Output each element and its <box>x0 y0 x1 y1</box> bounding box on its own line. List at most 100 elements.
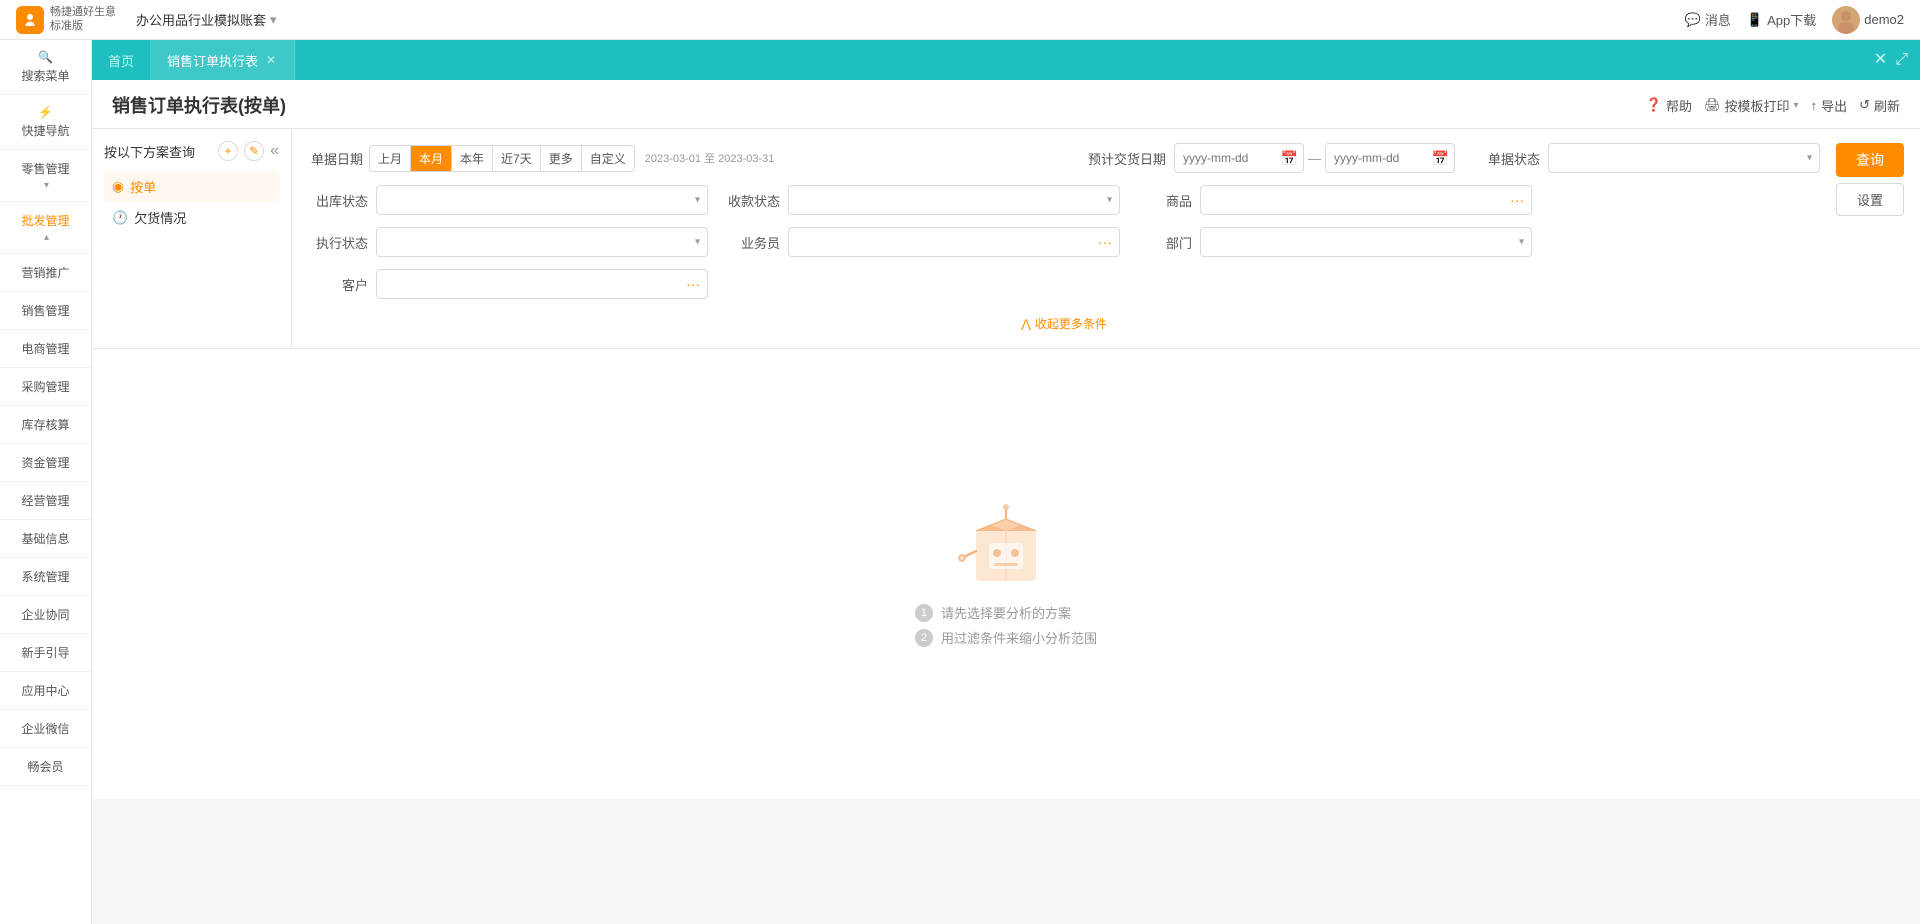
add-scheme-button[interactable]: + <box>218 141 238 161</box>
salesperson-input[interactable] <box>788 227 1120 257</box>
sidebar-item-ecommerce[interactable]: 电商管理 <box>0 330 91 368</box>
date-end-wrap: 📅 <box>1325 143 1455 173</box>
customer-input[interactable] <box>376 269 708 299</box>
sidebar-item-operations[interactable]: 经营管理 <box>0 482 91 520</box>
date-tab-last-month[interactable]: 上月 <box>370 146 411 171</box>
collapse-scheme-button[interactable]: « <box>270 142 279 160</box>
filter-main: 单据日期 上月 本月 本年 近7天 更多 自定义 2023-03-01 至 20… <box>292 129 1920 348</box>
edit-scheme-button[interactable]: ✎ <box>244 141 264 161</box>
sidebar-item-retail[interactable]: 零售管理 ▾ <box>0 150 91 202</box>
out-status-filter: 出库状态 ▾ <box>308 185 708 215</box>
receive-status-select[interactable] <box>788 185 1120 215</box>
sidebar-item-app-center[interactable]: 应用中心 <box>0 672 91 710</box>
refresh-button[interactable]: ↺ 刷新 <box>1859 96 1900 115</box>
filter-row-2: 出库状态 ▾ 收款状态 <box>308 185 1820 215</box>
chevron-up-icon: ▴ <box>44 232 49 243</box>
sidebar-item-search[interactable]: 🔍 搜索菜单 <box>0 40 91 95</box>
date-tabs: 上月 本月 本年 近7天 更多 自定义 <box>369 145 635 172</box>
dept-filter: 部门 ▾ <box>1132 227 1532 257</box>
dept-select[interactable] <box>1200 227 1532 257</box>
sidebar-item-sales[interactable]: 销售管理 <box>0 292 91 330</box>
filter-area: 按以下方案查询 + ✎ « ◉ 按单 <box>92 129 1920 349</box>
search-icon: 🔍 <box>38 50 53 64</box>
export-button[interactable]: ↑ 导出 <box>1811 96 1848 115</box>
scheme-header: 按以下方案查询 + ✎ « <box>104 141 279 161</box>
query-button[interactable]: 查询 <box>1836 143 1904 177</box>
empty-icon <box>956 501 1056 591</box>
receive-status-filter: 收款状态 ▾ <box>720 185 1120 215</box>
tab-close-icon[interactable]: ✕ <box>264 51 278 69</box>
page-actions: ❓ 帮助 🖨 按模板打印 ▾ ↑ 导出 ↺ <box>1646 96 1900 115</box>
tab-sales-order-exec[interactable]: 销售订单执行表 ✕ <box>151 40 295 80</box>
date-tab-this-month[interactable]: 本月 <box>411 146 452 171</box>
order-status-filter: 单据状态 ▾ <box>1480 143 1820 173</box>
sidebar-item-enterprise[interactable]: 企业协同 <box>0 596 91 634</box>
clock-icon: 🕐 <box>112 210 128 226</box>
date-tab-custom[interactable]: 自定义 <box>582 146 634 171</box>
date-filter: 单据日期 上月 本月 本年 近7天 更多 自定义 2023-03-01 至 20… <box>308 145 1076 172</box>
salesperson-more-icon[interactable]: ··· <box>1098 234 1112 250</box>
out-status-select[interactable] <box>376 185 708 215</box>
sidebar-item-wholesale[interactable]: 批发管理 ▴ <box>0 202 91 254</box>
sidebar-item-basic-info[interactable]: 基础信息 <box>0 520 91 558</box>
sidebar: 🔍 搜索菜单 ⚡ 快捷导航 零售管理 ▾ 批发管理 ▴ 营销推广 销售管理 电商… <box>0 40 92 924</box>
header-right: 💬 消息 📱 App下载 demo2 <box>1685 6 1904 34</box>
scheme-header-icons: + ✎ « <box>218 141 279 161</box>
filter-panel: 单据日期 上月 本月 本年 近7天 更多 自定义 2023-03-01 至 20… <box>292 129 1836 348</box>
customer-more-icon[interactable]: ··· <box>686 276 700 292</box>
message-button[interactable]: 💬 消息 <box>1685 10 1731 29</box>
scheme-item-欠货情况[interactable]: 🕐 欠货情况 <box>104 202 279 233</box>
out-status-control: ▾ <box>376 185 708 215</box>
sidebar-item-quick-nav[interactable]: ⚡ 快捷导航 <box>0 95 91 150</box>
tab-home[interactable]: 首页 <box>92 40 151 80</box>
page-content: 销售订单执行表(按单) ❓ 帮助 🖨 按模板打印 ▾ ↑ <box>92 80 1920 924</box>
logo-icon <box>16 6 44 34</box>
template-print-button[interactable]: 🖨 按模板打印 ▾ <box>1704 96 1799 115</box>
sidebar-item-finance[interactable]: 资金管理 <box>0 444 91 482</box>
sidebar-item-purchase[interactable]: 采购管理 <box>0 368 91 406</box>
date-end-input[interactable] <box>1325 143 1455 173</box>
user-avatar[interactable]: demo2 <box>1832 6 1904 34</box>
product-filter: 商品 ··· <box>1132 185 1532 215</box>
settings-button[interactable]: 设置 <box>1836 183 1904 216</box>
logo-text: 畅捷通好生意 标准版 <box>50 6 116 32</box>
collapse-more-button[interactable]: ⋀ 收起更多条件 <box>308 311 1820 340</box>
refresh-icon: ↺ <box>1859 97 1870 113</box>
scheme-item-按单[interactable]: ◉ 按单 <box>104 171 279 202</box>
help-icon: ❓ <box>1646 97 1662 113</box>
receive-status-control: ▾ <box>788 185 1120 215</box>
radio-active-icon: ◉ <box>112 178 124 195</box>
sidebar-item-member[interactable]: 畅会员 <box>0 748 91 786</box>
help-button[interactable]: ❓ 帮助 <box>1646 96 1692 115</box>
exec-status-select[interactable] <box>376 227 708 257</box>
salesperson-filter: 业务员 ··· <box>720 227 1120 257</box>
empty-tips: 1 请先选择要分析的方案 2 用过滤条件来缩小分析范围 <box>915 603 1097 647</box>
export-icon: ↑ <box>1811 98 1818 113</box>
breadcrumb: 办公用品行业模拟账套 ▾ <box>136 10 277 29</box>
filter-row-4: 客户 ··· <box>308 269 1820 299</box>
date-tab-this-year[interactable]: 本年 <box>452 146 493 171</box>
product-more-icon[interactable]: ··· <box>1510 192 1524 208</box>
filter-row-1: 单据日期 上月 本月 本年 近7天 更多 自定义 2023-03-01 至 20… <box>308 143 1820 173</box>
order-status-select[interactable] <box>1548 143 1820 173</box>
tab-close-window-icon[interactable]: ✕ <box>1874 52 1887 68</box>
sidebar-item-marketing[interactable]: 营销推广 <box>0 254 91 292</box>
content-body: 1 请先选择要分析的方案 2 用过滤条件来缩小分析范围 <box>92 349 1920 799</box>
product-input[interactable] <box>1200 185 1532 215</box>
date-tab-7days[interactable]: 近7天 <box>493 146 541 171</box>
sidebar-item-wechat[interactable]: 企业微信 <box>0 710 91 748</box>
customer-filter: 客户 ··· <box>308 269 708 299</box>
print-icon: 🖨 <box>1704 97 1721 113</box>
sidebar-item-inventory[interactable]: 库存核算 <box>0 406 91 444</box>
product-control: ··· <box>1200 185 1532 215</box>
sidebar-item-system[interactable]: 系统管理 <box>0 558 91 596</box>
app-download-button[interactable]: 📱 App下载 <box>1747 10 1816 29</box>
breadcrumb-arrow-icon[interactable]: ▾ <box>270 12 277 28</box>
collapse-icon: ⋀ <box>1021 317 1031 331</box>
tab-expand-icon[interactable]: ⤢ <box>1895 52 1908 68</box>
empty-tip-1: 1 请先选择要分析的方案 <box>915 603 1097 622</box>
sidebar-item-guide[interactable]: 新手引导 <box>0 634 91 672</box>
date-start-input[interactable] <box>1174 143 1304 173</box>
expected-date-filter: 预计交货日期 📅 — 📅 <box>1088 143 1468 173</box>
date-tab-more[interactable]: 更多 <box>541 146 582 171</box>
